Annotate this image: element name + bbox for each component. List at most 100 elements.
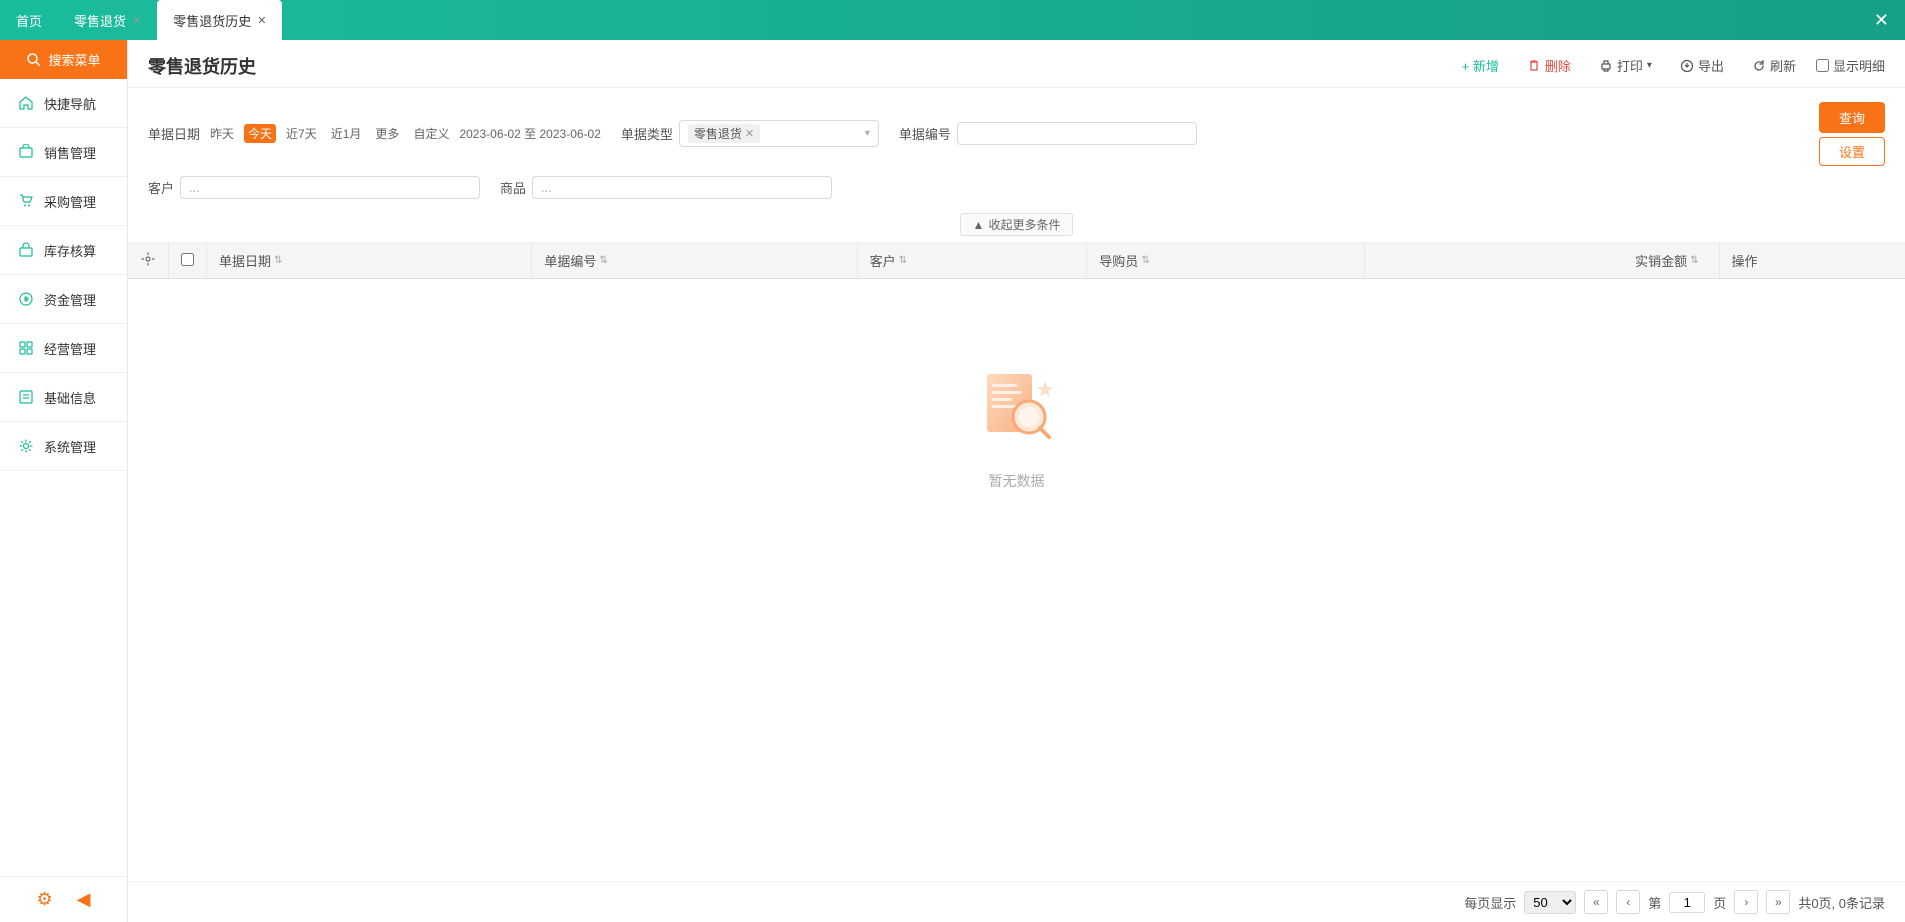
doc-no-label: 单据编号	[899, 124, 951, 143]
customer-placeholder: ...	[189, 180, 200, 195]
operation-icon	[16, 338, 36, 358]
pagination-bar: 每页显示 50 10 20 100 « ‹ 第 页 › » 共0页, 0条记录	[128, 881, 1905, 922]
sales-icon	[16, 142, 36, 162]
tab-home-label: 首页	[16, 11, 42, 30]
tab-list: 首页 零售退货 ✕ 零售退货历史 ✕	[0, 0, 1874, 40]
purchase-icon	[16, 191, 36, 211]
query-button[interactable]: 查询	[1819, 102, 1885, 133]
current-page-input[interactable]	[1669, 892, 1705, 913]
doc-type-remove-icon[interactable]: ✕	[745, 127, 754, 140]
filter-row-2: 客户 ... 商品 ...	[148, 176, 1885, 199]
tab-retail-return-label: 零售退货	[74, 11, 126, 30]
sidebar-search[interactable]: 搜索菜单	[0, 40, 127, 79]
sort-doc-date-icon: ⇅	[274, 255, 282, 266]
shortcut-more[interactable]: 更多	[371, 124, 403, 143]
shortcut-custom[interactable]: 自定义	[409, 124, 453, 143]
tab-retail-return-history[interactable]: 零售退货历史 ✕	[157, 0, 282, 40]
th-checkbox[interactable]	[169, 243, 207, 279]
doc-type-selected-label: 零售退货	[694, 125, 742, 142]
sidebar-item-sales[interactable]: 销售管理	[0, 128, 127, 177]
refresh-button[interactable]: 刷新	[1744, 52, 1804, 79]
product-placeholder: ...	[541, 180, 552, 195]
doc-type-select[interactable]: 零售退货 ✕ ▾	[679, 120, 879, 147]
toolbar: + 新增 删除 打印 ▾ 导出 刷新	[1454, 52, 1885, 79]
th-actual-amount[interactable]: 实销金额 ⇅	[1364, 243, 1719, 279]
tab-retail-return-history-label: 零售退货历史	[173, 11, 251, 30]
shortcut-7days[interactable]: 近7天	[282, 124, 321, 143]
total-info: 共0页, 0条记录	[1798, 893, 1885, 912]
empty-illustration	[967, 359, 1067, 459]
next-page-btn[interactable]: ›	[1734, 890, 1758, 914]
page-word: 第	[1648, 893, 1661, 912]
shortcut-yesterday[interactable]: 昨天	[206, 124, 238, 143]
th-customer[interactable]: 客户 ⇅	[857, 243, 1087, 279]
product-input[interactable]: ...	[532, 176, 832, 199]
sidebar-item-purchase[interactable]: 采购管理	[0, 177, 127, 226]
data-table: 单据日期 ⇅ 单据编号 ⇅ 客户	[128, 243, 1905, 571]
home-icon	[16, 93, 36, 113]
settings-bottom-icon[interactable]: ⚙	[37, 889, 53, 910]
top-bar: 首页 零售退货 ✕ 零售退货历史 ✕ ✕	[0, 0, 1905, 40]
export-label: 导出	[1698, 56, 1724, 75]
shortcut-today[interactable]: 今天	[244, 124, 276, 143]
print-chevron-icon: ▾	[1647, 60, 1652, 71]
delete-button[interactable]: 删除	[1519, 52, 1579, 79]
first-page-btn[interactable]: «	[1584, 890, 1608, 914]
tab-home[interactable]: 首页	[0, 0, 58, 40]
date-shortcuts: 昨天 今天 近7天 近1月 更多 自定义	[206, 124, 453, 143]
th-doc-date[interactable]: 单据日期 ⇅	[207, 243, 532, 279]
main-layout: 搜索菜单 快捷导航 销售管理 采购管理 库存核算	[0, 40, 1905, 922]
date-label: 单据日期	[148, 124, 200, 143]
empty-text: 暂无数据	[989, 471, 1045, 491]
shortcut-1month[interactable]: 近1月	[327, 124, 366, 143]
th-actual-amount-label: 实销金额	[1635, 251, 1687, 270]
customer-label: 客户	[148, 178, 174, 197]
th-doc-date-label: 单据日期	[219, 251, 271, 270]
page-size-select[interactable]: 50 10 20 100	[1524, 891, 1576, 914]
sort-customer-icon: ⇅	[899, 255, 907, 266]
select-all-checkbox[interactable]	[181, 253, 194, 266]
doc-no-input[interactable]	[957, 122, 1197, 145]
finance-icon	[16, 289, 36, 309]
last-page-btn[interactable]: »	[1766, 890, 1790, 914]
sidebar-item-sys-mgmt-label: 系统管理	[44, 437, 96, 456]
close-retail-return-history-tab[interactable]: ✕	[257, 14, 266, 27]
sidebar-item-operation[interactable]: 经营管理	[0, 324, 127, 373]
prev-page-btn[interactable]: ‹	[1616, 890, 1640, 914]
filter-row-1: 单据日期 昨天 今天 近7天 近1月 更多 自定义 2023-06-02 至 2…	[148, 100, 1885, 166]
sidebar-item-quick-nav[interactable]: 快捷导航	[0, 79, 127, 128]
sidebar-item-finance[interactable]: 资金管理	[0, 275, 127, 324]
sidebar-item-inventory[interactable]: 库存核算	[0, 226, 127, 275]
sort-doc-no-icon: ⇅	[599, 255, 607, 266]
th-operation: 操作	[1719, 243, 1905, 279]
setting-button[interactable]: 设置	[1819, 137, 1885, 166]
filter-product: 商品 ...	[500, 176, 832, 199]
th-doc-no[interactable]: 单据编号 ⇅	[532, 243, 857, 279]
show-detail-checkbox[interactable]: 显示明细	[1816, 56, 1885, 75]
tab-retail-return[interactable]: 零售退货 ✕	[58, 0, 157, 40]
show-detail-input[interactable]	[1816, 59, 1829, 72]
filter-date: 单据日期 昨天 今天 近7天 近1月 更多 自定义 2023-06-02 至 2…	[148, 124, 601, 143]
print-button[interactable]: 打印 ▾	[1591, 52, 1660, 79]
doc-type-chevron-icon: ▾	[865, 128, 870, 139]
export-button[interactable]: 导出	[1672, 52, 1732, 79]
window-close-icon[interactable]: ✕	[1874, 10, 1889, 31]
refresh-icon	[1752, 59, 1766, 73]
th-doc-no-label: 单据编号	[544, 251, 596, 270]
collapse-button[interactable]: ▲ 收起更多条件	[960, 213, 1074, 236]
th-guide[interactable]: 导购员 ⇅	[1087, 243, 1364, 279]
content-area: 零售退货历史 + 新增 删除 打印 ▾ 导出 刷新	[128, 40, 1905, 922]
new-button[interactable]: + 新增	[1454, 52, 1507, 79]
customer-input[interactable]: ...	[180, 176, 480, 199]
sidebar-item-quick-nav-label: 快捷导航	[44, 94, 96, 113]
table-header-row: 单据日期 ⇅ 单据编号 ⇅ 客户	[128, 243, 1905, 279]
speaker-bottom-icon[interactable]: ◀	[77, 889, 91, 910]
inventory-icon	[16, 240, 36, 260]
sidebar-item-sys-mgmt[interactable]: 系统管理	[0, 422, 127, 471]
close-retail-return-tab[interactable]: ✕	[132, 14, 141, 27]
sidebar-item-basic-info-label: 基础信息	[44, 388, 96, 407]
table-container[interactable]: 单据日期 ⇅ 单据编号 ⇅ 客户	[128, 243, 1905, 881]
sidebar-item-basic-info[interactable]: 基础信息	[0, 373, 127, 422]
th-settings[interactable]	[128, 243, 169, 279]
doc-type-tag: 零售退货 ✕	[688, 124, 760, 143]
